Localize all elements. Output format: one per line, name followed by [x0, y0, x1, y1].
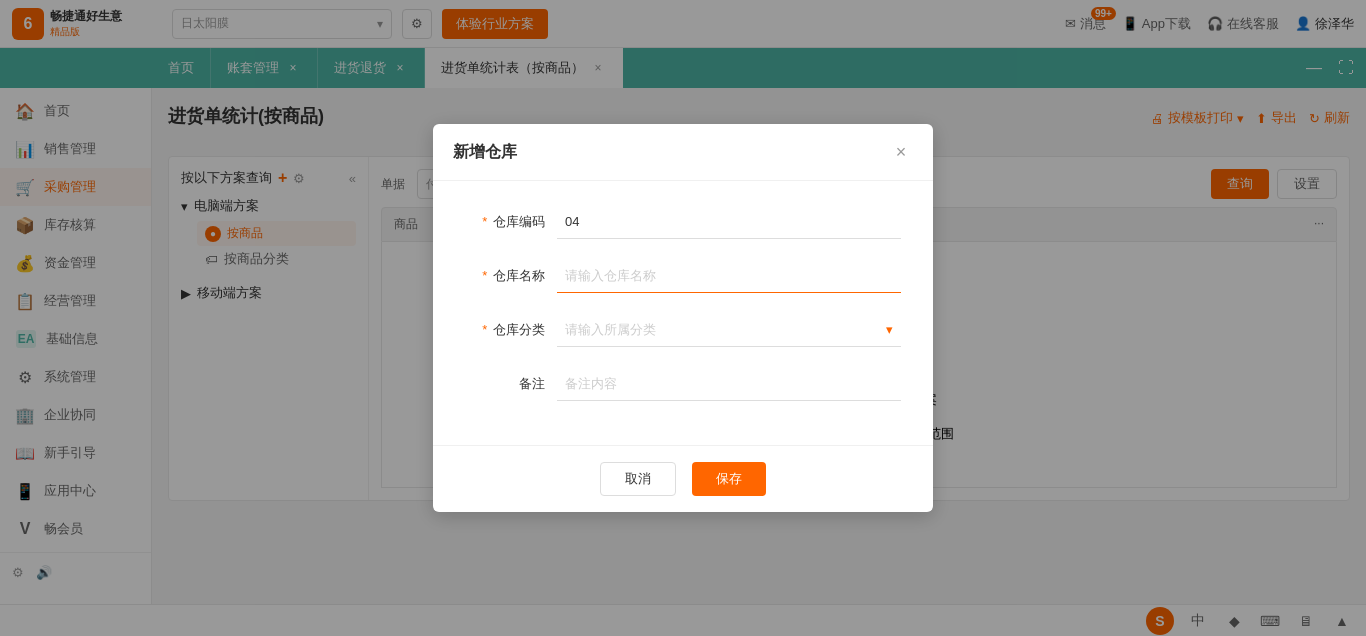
new-warehouse-dialog: 新增仓库 × * 仓库编码 * 仓库名称: [433, 124, 933, 512]
form-row-name: * 仓库名称: [465, 259, 901, 293]
required-star: *: [482, 214, 487, 229]
save-button[interactable]: 保存: [692, 462, 766, 496]
modal-overlay[interactable]: 新增仓库 × * 仓库编码 * 仓库名称: [0, 0, 1366, 636]
form-row-code: * 仓库编码: [465, 205, 901, 239]
note-input[interactable]: [557, 367, 901, 401]
dialog-body: * 仓库编码 * 仓库名称 * 仓库分类 请输入: [433, 181, 933, 445]
dialog-close-button[interactable]: ×: [889, 140, 913, 164]
name-input[interactable]: [557, 259, 901, 293]
note-label: 备注: [465, 375, 545, 393]
form-row-note: 备注: [465, 367, 901, 401]
dialog-title: 新增仓库: [453, 142, 517, 163]
required-star-cat: *: [482, 322, 487, 337]
name-label: * 仓库名称: [465, 267, 545, 285]
code-input[interactable]: [557, 205, 901, 239]
category-placeholder: 请输入所属分类: [565, 321, 656, 339]
code-label: * 仓库编码: [465, 213, 545, 231]
dialog-header: 新增仓库 ×: [433, 124, 933, 181]
dialog-footer: 取消 保存: [433, 445, 933, 512]
category-dropdown-icon: ▾: [886, 322, 893, 337]
required-star-name: *: [482, 268, 487, 283]
form-row-category: * 仓库分类 请输入所属分类 ▾: [465, 313, 901, 347]
cancel-button[interactable]: 取消: [600, 462, 676, 496]
category-label: * 仓库分类: [465, 321, 545, 339]
category-select[interactable]: 请输入所属分类 ▾: [557, 313, 901, 347]
